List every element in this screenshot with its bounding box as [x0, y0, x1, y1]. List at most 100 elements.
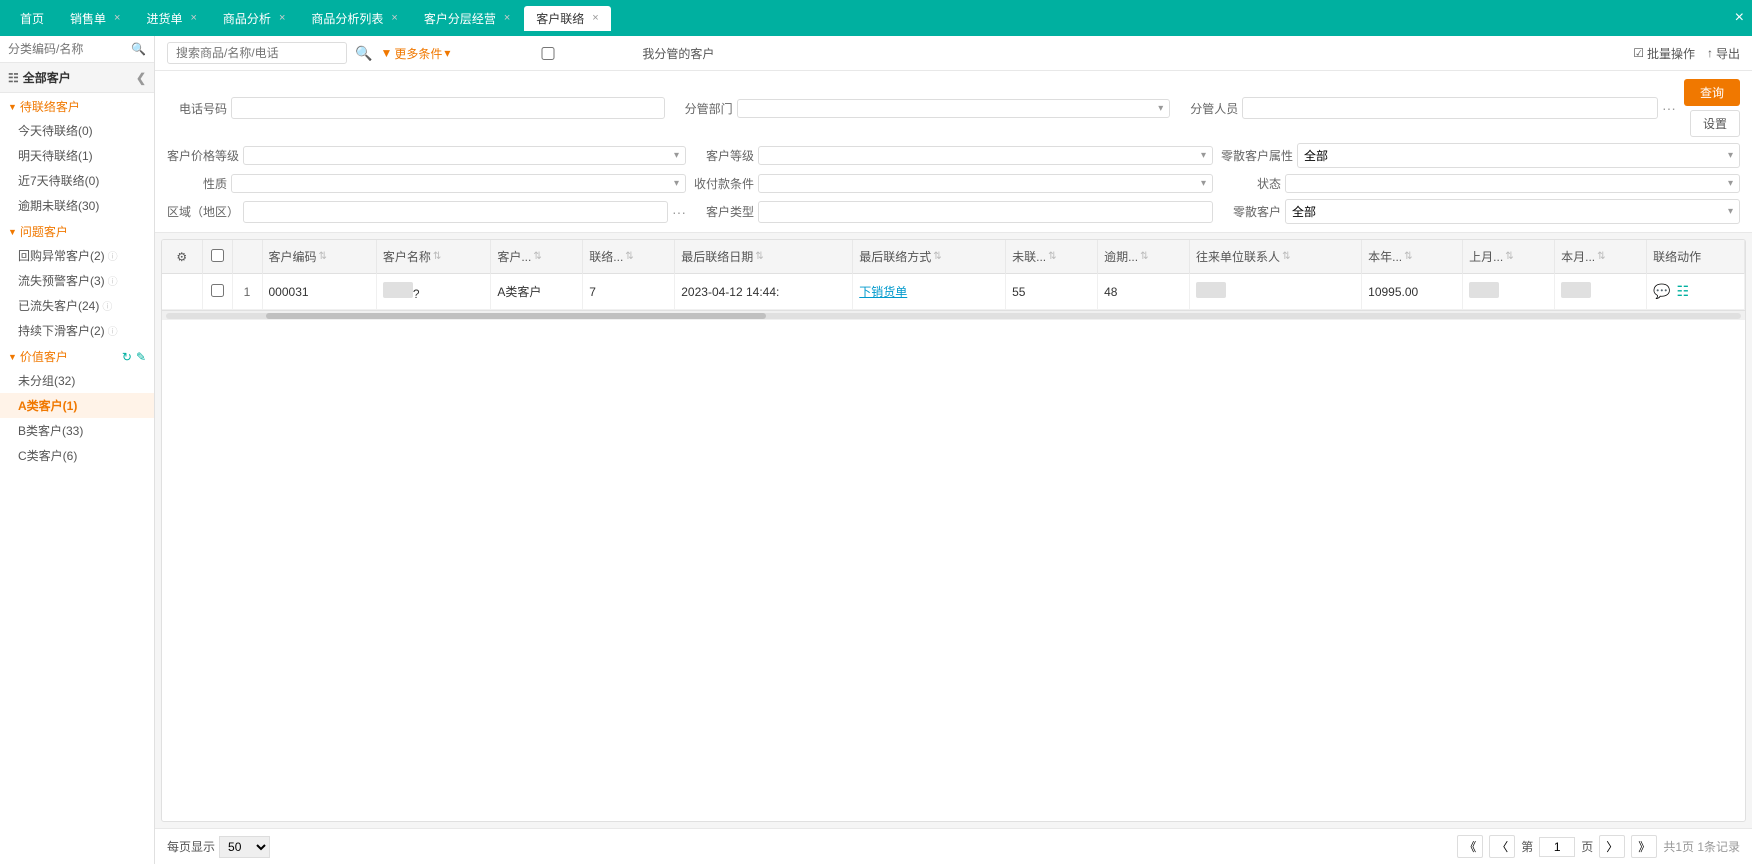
nav-purchase[interactable]: 进货单 ×: [134, 6, 208, 31]
col-customer-type[interactable]: 客户...⇅: [491, 240, 583, 274]
sidebar-item-overdue[interactable]: 逾期未联络(30): [0, 193, 154, 218]
filter-manager: 分管人员 ···: [1178, 97, 1676, 119]
refresh-icon[interactable]: ↻: [122, 350, 132, 364]
retail-attr-dropdown[interactable]: 全部 ▾: [1297, 143, 1740, 168]
search-button[interactable]: 🔍: [355, 45, 372, 62]
chat-icon[interactable]: 💬: [1653, 283, 1670, 300]
phone-input[interactable]: [231, 97, 665, 119]
nav-customer-contact-close[interactable]: ×: [592, 12, 598, 24]
my-customer-filter[interactable]: 我分管的客户: [458, 45, 714, 62]
retail-customer-dropdown[interactable]: 全部 ▾: [1285, 199, 1740, 224]
last-way-link[interactable]: 下销货单: [859, 285, 907, 299]
query-button[interactable]: 查询: [1684, 79, 1740, 106]
col-this-month[interactable]: 本月...⇅: [1555, 240, 1647, 274]
sidebar-item-repurchase-abnormal[interactable]: 回购异常客户(2) ⓘ: [0, 243, 154, 268]
dept-caret: ▾: [1158, 103, 1163, 114]
row-select-checkbox[interactable]: [211, 284, 224, 297]
nav-home[interactable]: 首页: [8, 6, 56, 31]
sidebar-item-c-class[interactable]: C类客户(6): [0, 443, 154, 468]
col-overdue-label: 逾期...: [1104, 248, 1138, 265]
edit-icon[interactable]: ✎: [136, 350, 146, 364]
first-page-btn[interactable]: 《: [1457, 835, 1483, 858]
manager-more-icon[interactable]: ···: [1662, 100, 1676, 116]
prev-page-btn[interactable]: 〈: [1489, 835, 1515, 858]
row-checkbox[interactable]: [202, 274, 232, 310]
per-page-select[interactable]: 50 20 100: [219, 836, 270, 858]
close-all-btn[interactable]: ×: [1735, 9, 1744, 27]
sidebar-item-7days[interactable]: 近7天待联络(0): [0, 168, 154, 193]
table-row: 1 000031 ? A类客户 7 2023-04-12 14:44: 下销货单…: [162, 274, 1745, 310]
col-gear[interactable]: ⚙: [162, 240, 202, 274]
search-input[interactable]: [167, 42, 347, 64]
more-filters-btn[interactable]: ▼ 更多条件 ▾: [380, 45, 450, 62]
col-code[interactable]: 客户编码⇅: [262, 240, 376, 274]
qr-icon[interactable]: ☷: [1677, 283, 1690, 300]
customer-level-dropdown[interactable]: ▾: [758, 146, 1213, 165]
col-last-way[interactable]: 最后联络方式⇅: [853, 240, 1006, 274]
nav-customer-segmentation-label: 客户分层经营: [424, 10, 496, 27]
col-overdue[interactable]: 逾期...⇅: [1098, 240, 1190, 274]
last-page-btn[interactable]: 》: [1631, 835, 1657, 858]
sidebar-item-b-class[interactable]: B类客户(33): [0, 418, 154, 443]
nav-product-analysis-close[interactable]: ×: [279, 12, 285, 24]
col-contact-num[interactable]: 联络...⇅: [583, 240, 675, 274]
col-unit-contact[interactable]: 往来单位联系人⇅: [1190, 240, 1362, 274]
row-last-way[interactable]: 下销货单: [853, 274, 1006, 310]
region-more-icon[interactable]: ···: [672, 204, 686, 220]
price-level-dropdown[interactable]: ▾: [243, 146, 686, 165]
sidebar-item-today[interactable]: 今天待联络(0): [0, 118, 154, 143]
bottom-scrollbar[interactable]: [162, 310, 1745, 320]
pager: 《 〈 第 页 〉 》 共1页 1条记录: [1457, 835, 1740, 858]
nav-sales-close[interactable]: ×: [114, 12, 120, 24]
sidebar-search-input[interactable]: [8, 42, 127, 56]
col-not-contacted[interactable]: 未联...⇅: [1006, 240, 1098, 274]
col-last-date[interactable]: 最后联络日期⇅: [675, 240, 853, 274]
dept-dropdown[interactable]: ▾: [737, 99, 1171, 118]
content-area: 🔍 ▼ 更多条件 ▾ 我分管的客户 ☑ 批量操作 ↑ 导出: [155, 36, 1752, 864]
col-name[interactable]: 客户名称⇅: [376, 240, 490, 274]
col-last-month[interactable]: 上月...⇅: [1463, 240, 1555, 274]
manager-input[interactable]: [1242, 97, 1658, 119]
next-page-btn[interactable]: 〉: [1599, 835, 1625, 858]
select-all-checkbox[interactable]: [211, 249, 224, 262]
total-info: 共1页 1条记录: [1663, 838, 1740, 855]
filter-customer-level: 客户等级 ▾: [694, 146, 1213, 165]
batch-op-btn[interactable]: ☑ 批量操作: [1633, 45, 1695, 62]
customer-type-input[interactable]: [758, 201, 1213, 223]
nav-customer-contact[interactable]: 客户联络 ×: [524, 6, 610, 31]
sort-tm-icon: ⇅: [1597, 251, 1605, 262]
sidebar-item-lost[interactable]: 已流失客户(24) ⓘ: [0, 293, 154, 318]
sort-uc-icon: ⇅: [1282, 251, 1290, 262]
settings-button[interactable]: 设置: [1690, 110, 1740, 137]
my-customer-checkbox[interactable]: [458, 47, 638, 60]
status-dropdown[interactable]: ▾: [1285, 174, 1740, 193]
sidebar-item-tomorrow[interactable]: 明天待联络(1): [0, 143, 154, 168]
nav-sales[interactable]: 销售单 ×: [58, 6, 132, 31]
page-input[interactable]: [1539, 837, 1575, 857]
nav-purchase-close[interactable]: ×: [190, 12, 196, 24]
col-checkbox[interactable]: [202, 240, 232, 274]
row-unit-contact: [1190, 274, 1362, 310]
nav-customer-segmentation-close[interactable]: ×: [504, 12, 510, 24]
sidebar-all-customers[interactable]: ☷ 全部客户 ❮: [0, 63, 154, 93]
nature-dropdown[interactable]: ▾: [231, 174, 686, 193]
nav-product-list-close[interactable]: ×: [391, 12, 397, 24]
filter-price-level: 客户价格等级 ▾: [167, 146, 686, 165]
sidebar-collapse-btn[interactable]: ❮: [136, 71, 146, 85]
sidebar-item-ungroup[interactable]: 未分组(32): [0, 368, 154, 393]
sidebar-item-a-class[interactable]: A类客户(1): [0, 393, 154, 418]
col-this-year[interactable]: 本年...⇅: [1362, 240, 1463, 274]
nav-customer-segmentation[interactable]: 客户分层经营 ×: [412, 6, 522, 31]
sidebar-search-icon[interactable]: 🔍: [131, 42, 146, 56]
nav-product-analysis[interactable]: 商品分析 ×: [211, 6, 297, 31]
chevron-down-icon: ▾: [444, 46, 450, 60]
grid-icon: ☷: [8, 71, 19, 85]
export-btn[interactable]: ↑ 导出: [1707, 45, 1740, 62]
payment-dropdown[interactable]: ▾: [758, 174, 1213, 193]
sidebar-item-declining[interactable]: 持续下滑客户(2) ⓘ: [0, 318, 154, 343]
row-this-month: [1555, 274, 1647, 310]
nav-product-list[interactable]: 商品分析列表 ×: [299, 6, 409, 31]
col-last-month-label: 上月...: [1469, 248, 1503, 265]
sidebar-item-loss-warning[interactable]: 流失预警客户(3) ⓘ: [0, 268, 154, 293]
region-input[interactable]: [243, 201, 668, 223]
